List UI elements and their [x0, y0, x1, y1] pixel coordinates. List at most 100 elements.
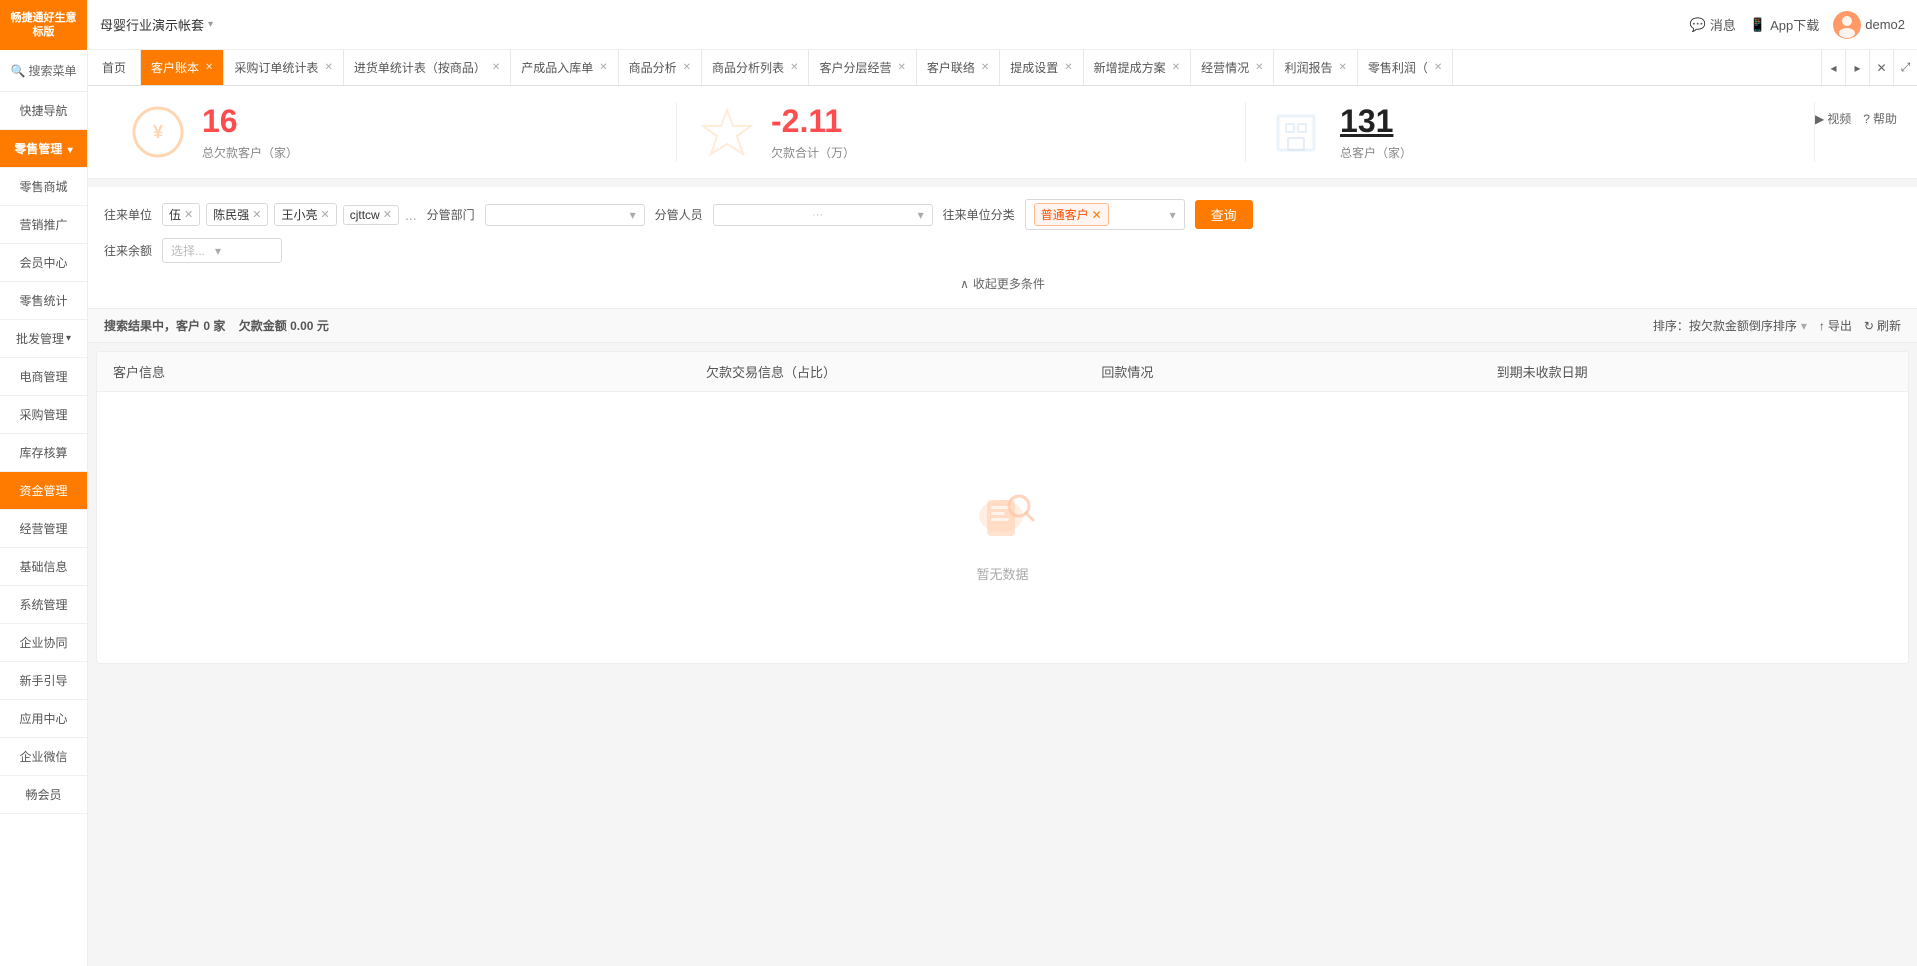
filter-row-2: 往来余额 选择... ▾ [104, 238, 1901, 263]
help-link[interactable]: ? 帮助 [1863, 110, 1897, 127]
sidebar-item-vip-member[interactable]: 畅会员 [0, 776, 87, 814]
tab-promotion-settings[interactable]: 提成设置 ✕ [1000, 50, 1083, 86]
remove-tag-cjttcw[interactable]: ✕ [383, 208, 392, 221]
search-menu-section: 🔍 搜索菜单 [0, 50, 87, 92]
tab-customer-contact[interactable]: 客户联络 ✕ [917, 50, 1000, 86]
sidebar-item-retail-mgmt[interactable]: 零售管理 ▾ [0, 130, 87, 168]
search-menu-button[interactable]: 🔍 搜索菜单 [6, 58, 81, 83]
tab-retail-profit[interactable]: 零售利润（ ✕ [1358, 50, 1453, 86]
diamond-star-icon [697, 102, 757, 162]
close-icon[interactable]: ✕ [1255, 62, 1263, 73]
filter-unit-category-select[interactable]: 普通客户 ✕ ▾ [1025, 199, 1185, 230]
stat-card-all-customers: 131 总客户（家） [1246, 102, 1815, 162]
close-icon[interactable]: ✕ [1339, 62, 1347, 73]
query-button[interactable]: 查询 [1195, 200, 1253, 229]
account-name: 母婴行业演示帐套 [100, 15, 204, 34]
collapse-filters-button[interactable]: ∧ 收起更多条件 [960, 271, 1045, 296]
user-menu[interactable]: demo2 [1833, 11, 1905, 39]
close-icon[interactable]: ✕ [205, 62, 213, 73]
filter-tag-wangxiaoliang: 王小亮 ✕ [274, 203, 336, 226]
sidebar-item-batch-mgmt[interactable]: 批发管理 ▾ [0, 320, 87, 358]
close-icon[interactable]: ✕ [1064, 62, 1072, 73]
close-icon[interactable]: ✕ [981, 62, 989, 73]
result-bar: 搜索结果中，客户 0 家 欠款金额 0.00 元 排序：按欠款金额倒序排序 ▾ … [88, 309, 1917, 343]
sidebar-item-new-guide[interactable]: 新手引导 [0, 662, 87, 700]
remove-tag-wu[interactable]: ✕ [184, 208, 193, 221]
tab-product-analysis[interactable]: 商品分析 ✕ [619, 50, 702, 86]
close-icon[interactable]: ✕ [897, 62, 905, 73]
filter-unit-label: 往来单位 [104, 206, 152, 223]
tab-close-all[interactable]: ✕ [1869, 50, 1893, 86]
account-dropdown[interactable]: 母婴行业演示帐套 ▾ [100, 15, 213, 34]
tab-scroll-left[interactable]: ◂ [1821, 50, 1845, 86]
sidebar-item-retail-mall[interactable]: 零售商城 [0, 168, 87, 206]
col-repayment: 回款情况 [1101, 362, 1496, 381]
sidebar-item-marketing[interactable]: 营销推广 [0, 206, 87, 244]
tab-customer-tier-ops[interactable]: 客户分层经营 ✕ [809, 50, 916, 86]
remove-tag-wangxiaoliang[interactable]: ✕ [321, 208, 330, 221]
filter-person-select[interactable]: ··· ▾ [713, 204, 933, 226]
export-button[interactable]: ↑ 导出 [1819, 317, 1852, 334]
tab-maximize[interactable]: ⤢ [1893, 50, 1917, 86]
table-header: 客户信息 欠款交易信息（占比） 回款情况 到期未收款日期 [97, 352, 1908, 392]
video-help-link[interactable]: ▶ 视频 [1815, 110, 1851, 127]
sidebar-item-ecommerce[interactable]: 电商管理 [0, 358, 87, 396]
stat-card-3-info: 131 总客户（家） [1340, 103, 1412, 161]
tab-operations-status[interactable]: 经营情况 ✕ [1191, 50, 1274, 86]
close-icon[interactable]: ✕ [492, 62, 500, 73]
sidebar-item-finance[interactable]: 资金管理 [0, 472, 87, 510]
bell-icon: 💬 [1690, 17, 1706, 33]
close-icon[interactable]: ✕ [683, 62, 691, 73]
filter-dept-select[interactable]: ▾ [485, 204, 645, 226]
stat-all-customers-value: 131 [1340, 103, 1412, 140]
filter-more-tags[interactable]: ... [405, 207, 417, 223]
remove-tag-chenminqiang[interactable]: ✕ [252, 208, 261, 221]
sort-dropdown[interactable]: 排序：按欠款金额倒序排序 ▾ [1653, 317, 1807, 334]
close-icon[interactable]: ✕ [1172, 62, 1180, 73]
content-area: ¥ 16 总欠款客户（家） -2.11 欠款合计（万） [88, 86, 1917, 966]
tab-purchase-order-stats[interactable]: 采购订单统计表 ✕ [224, 50, 343, 86]
stat-card-2-info: -2.11 欠款合计（万） [771, 103, 855, 161]
filter-unit-category-label: 往来单位分类 [943, 206, 1015, 223]
tab-scroll-right[interactable]: ▸ [1845, 50, 1869, 86]
tab-purchase-stats-by-product[interactable]: 进货单统计表（按商品） ✕ [344, 50, 511, 86]
sidebar-item-system[interactable]: 系统管理 [0, 586, 87, 624]
stat-card-total-amount: -2.11 欠款合计（万） [677, 102, 1246, 162]
sidebar-item-purchase[interactable]: 采购管理 [0, 396, 87, 434]
tab-profit-report[interactable]: 利润报告 ✕ [1274, 50, 1357, 86]
close-icon[interactable]: ✕ [324, 62, 332, 73]
sidebar-item-basic-info[interactable]: 基础信息 [0, 548, 87, 586]
sidebar-item-retail-stats[interactable]: 零售统计 [0, 282, 87, 320]
close-icon[interactable]: ✕ [790, 62, 798, 73]
filter-balance-select[interactable]: 选择... ▾ [162, 238, 282, 263]
avatar [1833, 11, 1861, 39]
help-icon: ? [1863, 112, 1870, 126]
close-icon[interactable]: ✕ [1434, 62, 1442, 73]
empty-text: 暂无数据 [976, 564, 1028, 583]
tab-new-promotion-plan[interactable]: 新增提成方案 ✕ [1084, 50, 1191, 86]
refresh-button[interactable]: ↻ 刷新 [1864, 317, 1901, 334]
message-button[interactable]: 💬 消息 [1690, 15, 1736, 34]
col-customer-info: 客户信息 [113, 362, 706, 381]
tab-product-analysis-list[interactable]: 商品分析列表 ✕ [702, 50, 809, 86]
filter-tag-chenminqiang: 陈民强 ✕ [206, 203, 268, 226]
stat-actions: ▶ 视频 ? 帮助 [1815, 102, 1897, 127]
tab-home[interactable]: 首页 [88, 50, 141, 86]
sidebar-item-member[interactable]: 会员中心 [0, 244, 87, 282]
remove-category-tag[interactable]: ✕ [1092, 208, 1102, 222]
sidebar-item-operations[interactable]: 经营管理 [0, 510, 87, 548]
close-icon[interactable]: ✕ [599, 62, 607, 73]
sidebar-item-enterprise-coop[interactable]: 企业协同 [0, 624, 87, 662]
refresh-icon: ↻ [1864, 319, 1874, 333]
tab-product-inbound[interactable]: 产成品入库单 ✕ [511, 50, 618, 86]
filter-tag-wu: 伍 ✕ [162, 203, 200, 226]
sidebar-item-enterprise-wechat[interactable]: 企业微信 [0, 738, 87, 776]
sidebar-item-inventory[interactable]: 库存核算 [0, 434, 87, 472]
app-download-button[interactable]: 📱 App下载 [1750, 15, 1819, 34]
sidebar-item-app-center[interactable]: 应用中心 [0, 700, 87, 738]
sidebar-item-quick-nav[interactable]: 快捷导航 [0, 92, 87, 130]
empty-state-icon [963, 472, 1043, 552]
filter-balance-label: 往来余额 [104, 242, 152, 259]
chevron-down-icon: ▾ [630, 208, 636, 222]
tab-customer-accounts[interactable]: 客户账本 ✕ [141, 50, 224, 86]
